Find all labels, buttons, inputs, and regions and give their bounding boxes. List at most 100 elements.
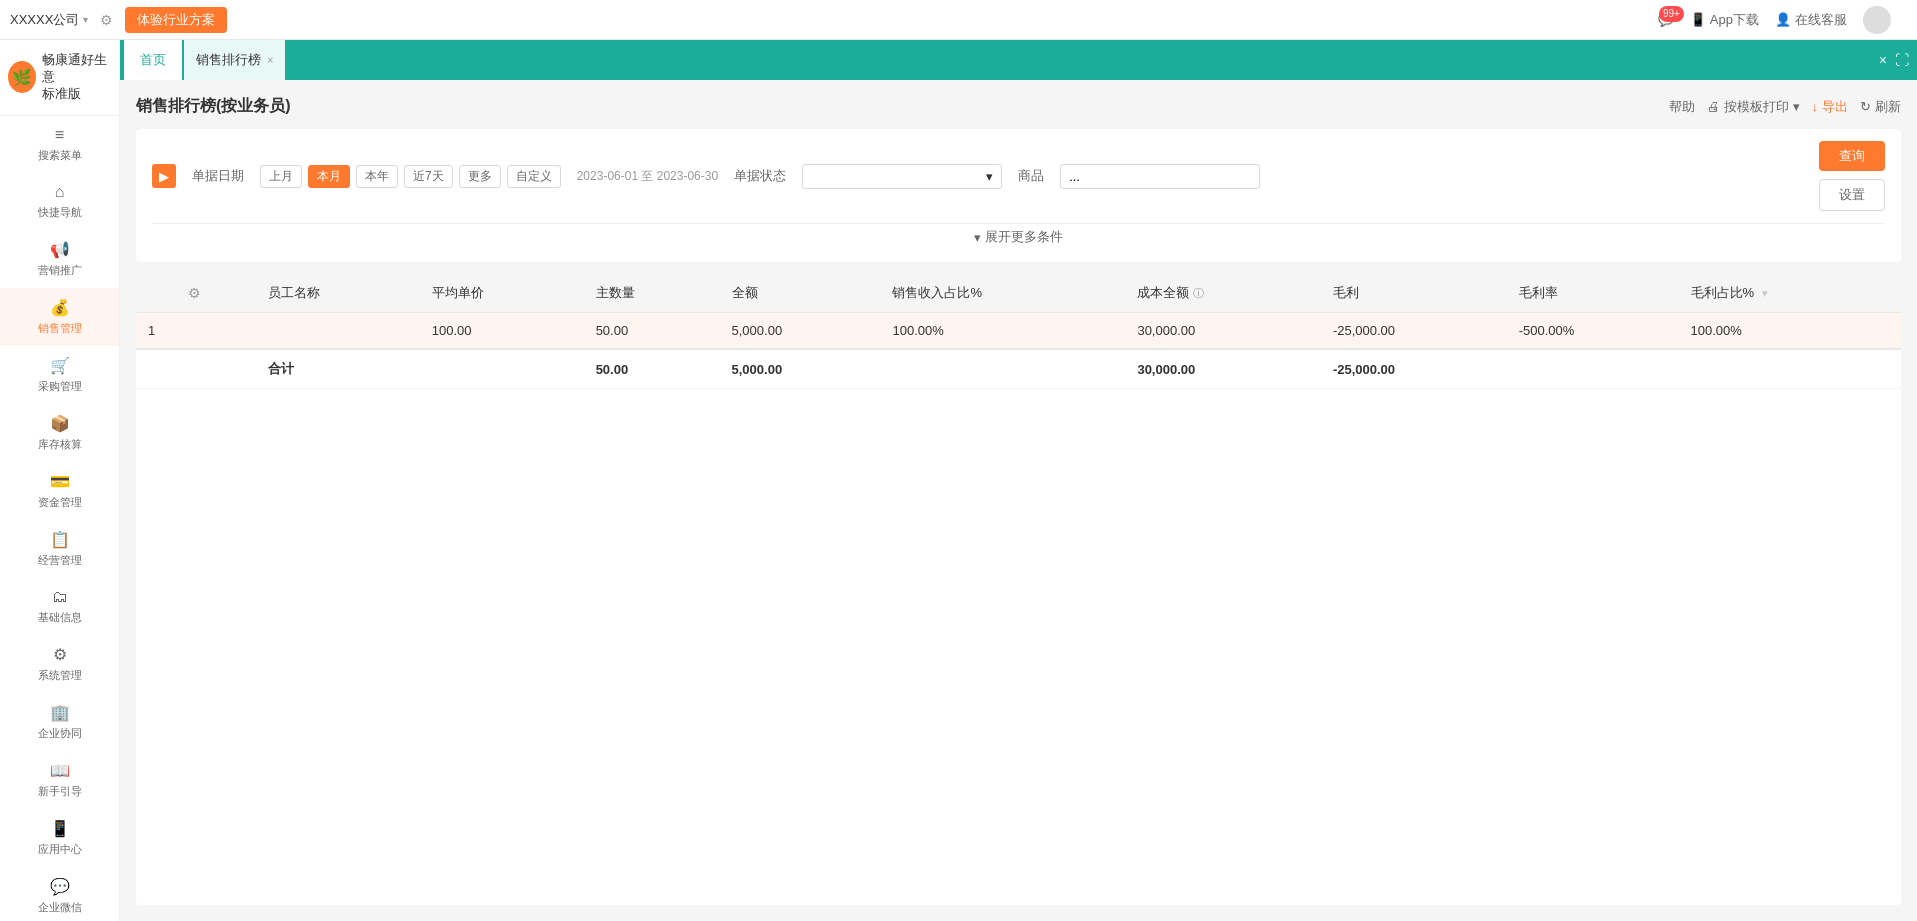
expand-icon: ▾ — [974, 230, 981, 245]
phone-icon: 📱 — [1690, 12, 1706, 27]
wechat-icon: 💬 — [50, 877, 70, 896]
expand-more-btn[interactable]: ▾ 展开更多条件 — [152, 223, 1885, 250]
column-settings-icon[interactable]: ⚙ — [188, 285, 201, 301]
settings-button[interactable]: 设置 — [1819, 179, 1885, 211]
company-name: XXXXX公司 — [10, 11, 79, 29]
sidebar-label-system: 系统管理 — [38, 668, 82, 683]
tab-sales-label: 销售排行榜 — [196, 51, 261, 69]
message-icon-wrapper[interactable]: 💬 99+ — [1658, 12, 1674, 27]
goods-placeholder: ... — [1069, 169, 1080, 184]
footer-empty — [136, 349, 176, 389]
col-amount-label: 全额 — [732, 285, 758, 300]
th-amount: 全额 — [720, 274, 881, 313]
export-button[interactable]: ↓ 导出 — [1812, 98, 1849, 116]
last-7-days-btn[interactable]: 近7天 — [404, 165, 453, 188]
th-gross: 毛利 — [1321, 274, 1507, 313]
logo-line2: 标准版 — [42, 86, 111, 103]
more-btn[interactable]: 更多 — [459, 165, 501, 188]
footer-empty2 — [176, 349, 256, 389]
cost-info-icon[interactable]: ⓘ — [1193, 287, 1204, 299]
col-gross-rate-label: 毛利率 — [1519, 285, 1558, 300]
th-cost: 成本全额 ⓘ — [1125, 274, 1320, 313]
sidebar-item-system[interactable]: ⚙ 系统管理 — [0, 635, 119, 693]
marketing-icon: 📢 — [50, 240, 70, 259]
print-chevron: ▾ — [1793, 99, 1800, 114]
top-bar: XXXXX公司 ▾ ⚙ 体验行业方案 💬 99+ 📱 App下载 👤 在线客服 — [0, 0, 1917, 40]
sidebar-label-base-info: 基础信息 — [38, 610, 82, 625]
tab-maximize-icon[interactable]: ⛶ — [1895, 52, 1909, 68]
sidebar-label-enterprise: 企业协同 — [38, 726, 82, 741]
table-container: ⚙ 员工名称 平均单价 主数量 — [136, 274, 1901, 905]
th-name: 员工名称 — [256, 274, 420, 313]
sidebar-item-search-orders[interactable]: ≡ 搜索菜单 — [0, 116, 119, 173]
app-download-btn[interactable]: 📱 App下载 — [1690, 11, 1759, 29]
sales-icon: 💰 — [50, 298, 70, 317]
this-year-btn[interactable]: 本年 — [356, 165, 398, 188]
page-content: 销售排行榜(按业务员) 帮助 🖨 按模板打印 ▾ ↓ 导出 ↻ 刷新 — [120, 80, 1917, 921]
cell-qty: 50.00 — [584, 313, 720, 350]
filter-area: ▶ 单据日期 上月 本月 本年 近7天 更多 自定义 2023-06-01 至 … — [136, 129, 1901, 262]
cell-avg-price: 100.00 — [420, 313, 584, 350]
refresh-button[interactable]: ↻ 刷新 — [1860, 98, 1901, 116]
company-selector[interactable]: XXXXX公司 ▾ — [10, 11, 88, 29]
sidebar-item-wechat[interactable]: 💬 企业微信 — [0, 867, 119, 921]
custom-btn[interactable]: 自定义 — [507, 165, 561, 188]
online-service-btn[interactable]: 👤 在线客服 — [1775, 11, 1847, 29]
sidebar-item-sales[interactable]: 💰 销售管理 — [0, 288, 119, 346]
settings-icon[interactable]: ⚙ — [100, 12, 113, 28]
tab-home[interactable]: 首页 — [124, 40, 182, 80]
status-select[interactable]: ▾ — [802, 164, 1002, 189]
last-month-btn[interactable]: 上月 — [260, 165, 302, 188]
tab-minimize-icon[interactable]: × — [1879, 52, 1887, 68]
date-buttons: 上月 本月 本年 近7天 更多 自定义 — [260, 165, 561, 188]
th-gross-pct: 毛利占比% ▼ — [1679, 274, 1901, 313]
sidebar-item-operations[interactable]: 📋 经营管理 — [0, 520, 119, 578]
col-avg-price-label: 平均单价 — [432, 285, 484, 300]
gross-pct-sort-icon[interactable]: ▼ — [1760, 288, 1770, 299]
avatar[interactable] — [1863, 6, 1891, 34]
main-layout: 🌿 畅康通好生意 标准版 ≡ 搜索菜单 ⌂ 快捷导航 📢 营销推广 💰 销售管理… — [0, 40, 1917, 921]
message-badge: 99+ — [1659, 6, 1684, 22]
th-settings[interactable]: ⚙ — [176, 274, 256, 313]
search-orders-icon: ≡ — [55, 126, 64, 144]
footer-qty: 50.00 — [584, 349, 720, 389]
service-label: 在线客服 — [1795, 11, 1847, 29]
tab-sales-ranking[interactable]: 销售排行榜 × — [184, 40, 285, 80]
sidebar-item-enterprise[interactable]: 🏢 企业协同 — [0, 693, 119, 751]
cell-cost: 30,000.00 — [1125, 313, 1320, 350]
query-button[interactable]: 查询 — [1819, 141, 1885, 171]
sidebar-label-finance: 资金管理 — [38, 495, 82, 510]
print-label: 按模板打印 — [1724, 98, 1789, 116]
help-button[interactable]: 帮助 — [1669, 98, 1695, 116]
sidebar-item-apps[interactable]: 📱 应用中心 — [0, 809, 119, 867]
print-button[interactable]: 🖨 按模板打印 ▾ — [1707, 98, 1800, 116]
chevron-down-icon: ▾ — [83, 14, 88, 25]
trial-button[interactable]: 体验行业方案 — [125, 7, 227, 33]
goods-filter[interactable]: ... — [1060, 164, 1260, 189]
filter-expand-icon[interactable]: ▶ — [152, 164, 176, 188]
cell-gross-pct: 100.00% — [1679, 313, 1901, 350]
sidebar-item-inventory[interactable]: 📦 库存核算 — [0, 404, 119, 462]
footer-avg-price — [420, 349, 584, 389]
cell-name — [256, 313, 420, 350]
th-qty: 主数量 — [584, 274, 720, 313]
sidebar-item-purchase[interactable]: 🛒 采购管理 — [0, 346, 119, 404]
status-label: 单据状态 — [734, 167, 786, 185]
expand-label: 展开更多条件 — [985, 228, 1063, 246]
sidebar: 🌿 畅康通好生意 标准版 ≡ 搜索菜单 ⌂ 快捷导航 📢 营销推广 💰 销售管理… — [0, 40, 120, 921]
guide-icon: 📖 — [50, 761, 70, 780]
sidebar-item-base-info[interactable]: 🗂 基础信息 — [0, 578, 119, 635]
col-gross-pct-label: 毛利占比% — [1691, 285, 1755, 300]
sidebar-label-inventory: 库存核算 — [38, 437, 82, 452]
refresh-icon: ↻ — [1860, 99, 1871, 114]
sidebar-item-finance[interactable]: 💳 资金管理 — [0, 462, 119, 520]
footer-cost: 30,000.00 — [1125, 349, 1320, 389]
sidebar-item-guide[interactable]: 📖 新手引导 — [0, 751, 119, 809]
tab-close-icon[interactable]: × — [267, 54, 273, 66]
sidebar-item-quick-nav[interactable]: ⌂ 快捷导航 — [0, 173, 119, 230]
sidebar-item-marketing[interactable]: 📢 营销推广 — [0, 230, 119, 288]
sidebar-logo: 🌿 畅康通好生意 标准版 — [0, 40, 119, 116]
logo-text: 畅康通好生意 标准版 — [42, 52, 111, 103]
this-month-btn[interactable]: 本月 — [308, 165, 350, 188]
footer-gross-pct — [1679, 349, 1901, 389]
